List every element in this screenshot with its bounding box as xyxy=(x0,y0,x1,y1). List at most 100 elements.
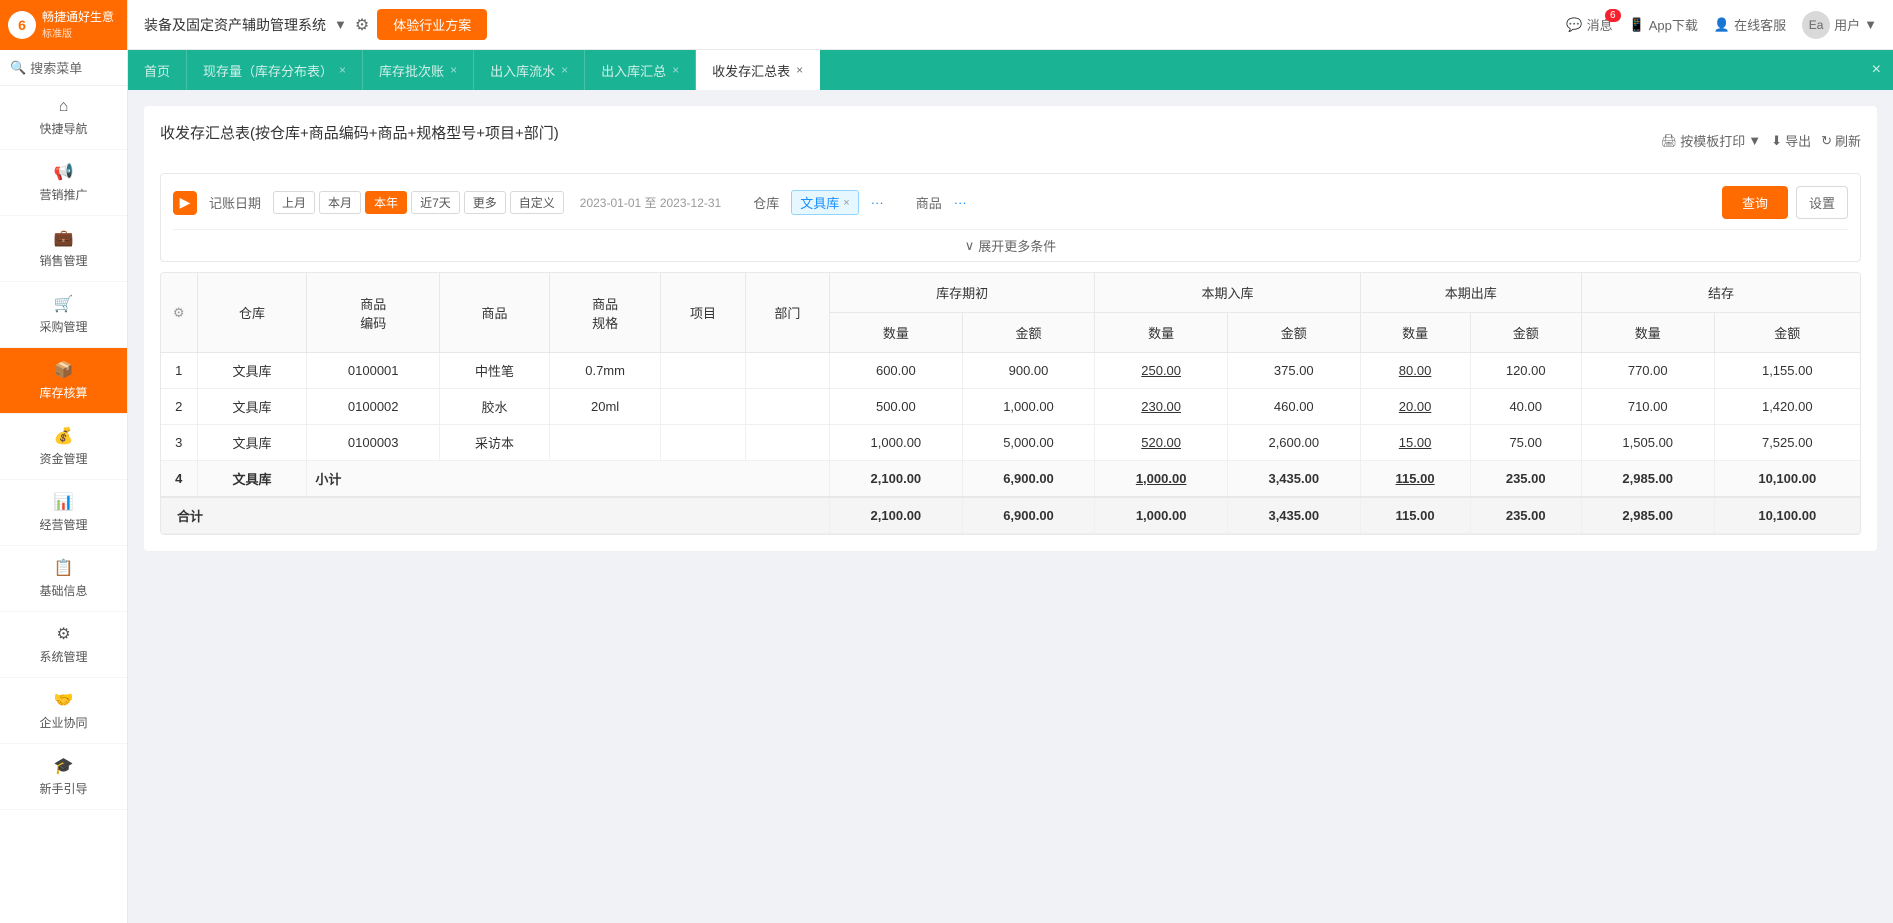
tab-inventory-dist[interactable]: 现存量（库存分布表） × xyxy=(187,50,363,90)
query-btn[interactable]: 查询 xyxy=(1722,186,1788,219)
col-goods-code: 商品编码 xyxy=(307,273,440,353)
sidebar-label-basic-info: 基础信息 xyxy=(39,582,87,599)
date-this-year-btn[interactable]: 本年 xyxy=(365,191,407,214)
cell-department xyxy=(745,425,829,461)
sidebar-item-purchase[interactable]: 🛒 采购管理 xyxy=(0,282,127,348)
sidebar-item-sales[interactable]: 💼 销售管理 xyxy=(0,216,127,282)
search-icon: 🔍 xyxy=(10,60,26,76)
warehouse-tag-close[interactable]: × xyxy=(843,197,849,209)
total-open-qty: 2,100.00 xyxy=(830,497,963,534)
subtotal-out-qty[interactable]: 115.00 xyxy=(1360,461,1470,498)
print-template-btn[interactable]: 🖨 按模板打印 ▼ xyxy=(1661,131,1761,150)
date-more-btn[interactable]: 更多 xyxy=(464,191,506,214)
date-options: 上月 本月 本年 近7天 更多 自定义 xyxy=(273,191,564,214)
user-label: 用户 xyxy=(1834,15,1860,34)
cell-warehouse: 文具库 xyxy=(197,353,307,389)
cell-goods-code: 0100001 xyxy=(307,353,440,389)
date-7days-btn[interactable]: 近7天 xyxy=(411,191,460,214)
tab-in-out-summary[interactable]: 出入库汇总 × xyxy=(585,50,696,90)
print-chevron-icon: ▼ xyxy=(1748,133,1761,148)
refresh-btn[interactable]: ↻ 刷新 xyxy=(1821,131,1861,150)
subtotal-in-qty[interactable]: 1,000.00 xyxy=(1095,461,1228,498)
table-settings-btn[interactable]: 设置 xyxy=(1796,186,1848,219)
date-this-month-btn[interactable]: 本月 xyxy=(319,191,361,214)
tab-inventory-dist-label: 现存量（库存分布表） xyxy=(203,61,333,80)
subtotal-no: 4 xyxy=(161,461,197,498)
cell-out-qty[interactable]: 15.00 xyxy=(1360,425,1470,461)
warehouse-tag-value: 文具库 xyxy=(800,193,839,212)
sidebar-item-quick-nav[interactable]: ⌂ 快捷导航 xyxy=(0,86,127,150)
cell-in-qty[interactable]: 250.00 xyxy=(1095,353,1228,389)
expand-conditions-btn[interactable]: ∨ 展开更多条件 xyxy=(173,229,1848,261)
system-dropdown[interactable]: ▼ xyxy=(334,17,347,32)
tab-batch-account-close[interactable]: × xyxy=(450,63,457,77)
goods-more-btn[interactable]: ··· xyxy=(954,195,967,210)
cell-in-qty[interactable]: 230.00 xyxy=(1095,389,1228,425)
total-label: 合计 xyxy=(161,497,830,534)
sidebar-item-finance[interactable]: 💰 资金管理 xyxy=(0,414,127,480)
search-menu-label: 搜索菜单 xyxy=(30,58,82,77)
sidebar-item-inventory[interactable]: 📦 库存核算 xyxy=(0,348,127,414)
cell-in-qty[interactable]: 520.00 xyxy=(1095,425,1228,461)
col-end-amt: 金额 xyxy=(1714,313,1860,353)
cell-no: 1 xyxy=(161,353,197,389)
settings-icon[interactable]: ⚙ xyxy=(355,15,369,35)
newbie-icon: 🎓 xyxy=(54,756,74,776)
tab-in-out-flow-label: 出入库流水 xyxy=(490,61,555,80)
col-settings[interactable]: ⚙ xyxy=(161,273,197,353)
cell-open-amt: 5,000.00 xyxy=(962,425,1095,461)
logo-icon: 6 xyxy=(8,11,36,39)
export-btn[interactable]: ⬇ 导出 xyxy=(1771,131,1811,150)
sidebar: 6 畅捷通好生意 标准版 🔍 搜索菜单 ⌂ 快捷导航 📢 营销推广 💼 销售管理… xyxy=(0,0,128,923)
total-out-qty: 115.00 xyxy=(1360,497,1470,534)
tabs-close-all-btn[interactable]: × xyxy=(1860,61,1893,79)
sidebar-item-newbie[interactable]: 🎓 新手引导 xyxy=(0,744,127,810)
sidebar-label-newbie: 新手引导 xyxy=(39,780,87,797)
cell-goods-name: 中性笔 xyxy=(440,353,550,389)
tab-home[interactable]: 首页 xyxy=(128,50,187,90)
cell-end-amt: 7,525.00 xyxy=(1714,425,1860,461)
date-custom-btn[interactable]: 自定义 xyxy=(510,191,564,214)
cell-in-amt: 375.00 xyxy=(1227,353,1360,389)
mobile-icon: 📱 xyxy=(1629,17,1645,33)
subtotal-end-amt: 10,100.00 xyxy=(1714,461,1860,498)
sidebar-item-operations[interactable]: 📊 经营管理 xyxy=(0,480,127,546)
tab-inventory-dist-close[interactable]: × xyxy=(339,63,346,77)
cell-out-qty[interactable]: 20.00 xyxy=(1360,389,1470,425)
sidebar-item-enterprise[interactable]: 🤝 企业协同 xyxy=(0,678,127,744)
user-menu[interactable]: Ea 用户 ▼ xyxy=(1802,11,1877,39)
total-row: 合计 2,100.00 6,900.00 1,000.00 3,435.00 1… xyxy=(161,497,1860,534)
cell-goods-spec: 0.7mm xyxy=(549,353,660,389)
cell-goods-name: 胶水 xyxy=(440,389,550,425)
tab-batch-account[interactable]: 库存批次账 × xyxy=(363,50,474,90)
sidebar-item-basic-info[interactable]: 📋 基础信息 xyxy=(0,546,127,612)
experience-btn[interactable]: 体验行业方案 xyxy=(377,9,487,40)
message-btn[interactable]: 💬 消息 6 xyxy=(1566,15,1612,34)
sidebar-item-marketing[interactable]: 📢 营销推广 xyxy=(0,150,127,216)
tab-in-out-flow[interactable]: 出入库流水 × xyxy=(474,50,585,90)
date-range-display: 2023-01-01 至 2023-12-31 xyxy=(580,194,721,211)
cell-project xyxy=(661,353,745,389)
col-group-end: 结存 xyxy=(1581,273,1860,313)
sidebar-item-system[interactable]: ⚙ 系统管理 xyxy=(0,612,127,678)
tab-in-out-summary-close[interactable]: × xyxy=(672,63,679,77)
app-download-btn[interactable]: 📱 App下载 xyxy=(1629,15,1698,34)
enterprise-icon: 🤝 xyxy=(54,690,74,710)
subtotal-row: 4 文具库 小计 2,100.00 6,900.00 1,000.00 3,43… xyxy=(161,461,1860,498)
search-menu[interactable]: 🔍 搜索菜单 xyxy=(0,50,127,86)
col-group-out: 本期出库 xyxy=(1360,273,1581,313)
online-service-btn[interactable]: 👤 在线客服 xyxy=(1714,15,1786,34)
cell-warehouse: 文具库 xyxy=(197,425,307,461)
chevron-down-icon: ▼ xyxy=(334,17,347,32)
tab-in-out-flow-close[interactable]: × xyxy=(561,63,568,77)
warehouse-more-btn[interactable]: ··· xyxy=(871,195,884,210)
date-last-month-btn[interactable]: 上月 xyxy=(273,191,315,214)
tab-collect-summary[interactable]: 收发存汇总表 × xyxy=(696,50,820,90)
tab-collect-summary-close[interactable]: × xyxy=(796,63,803,77)
filter-toggle-btn[interactable]: ▶ xyxy=(173,191,197,215)
message-badge: 6 xyxy=(1605,9,1621,22)
service-icon: 👤 xyxy=(1714,17,1730,33)
cell-in-amt: 2,600.00 xyxy=(1227,425,1360,461)
cell-out-qty[interactable]: 80.00 xyxy=(1360,353,1470,389)
data-table: ⚙ 仓库 商品编码 商品 商品规格 项目 部门 库存期初 本期入库 本期出库 结… xyxy=(161,273,1860,534)
